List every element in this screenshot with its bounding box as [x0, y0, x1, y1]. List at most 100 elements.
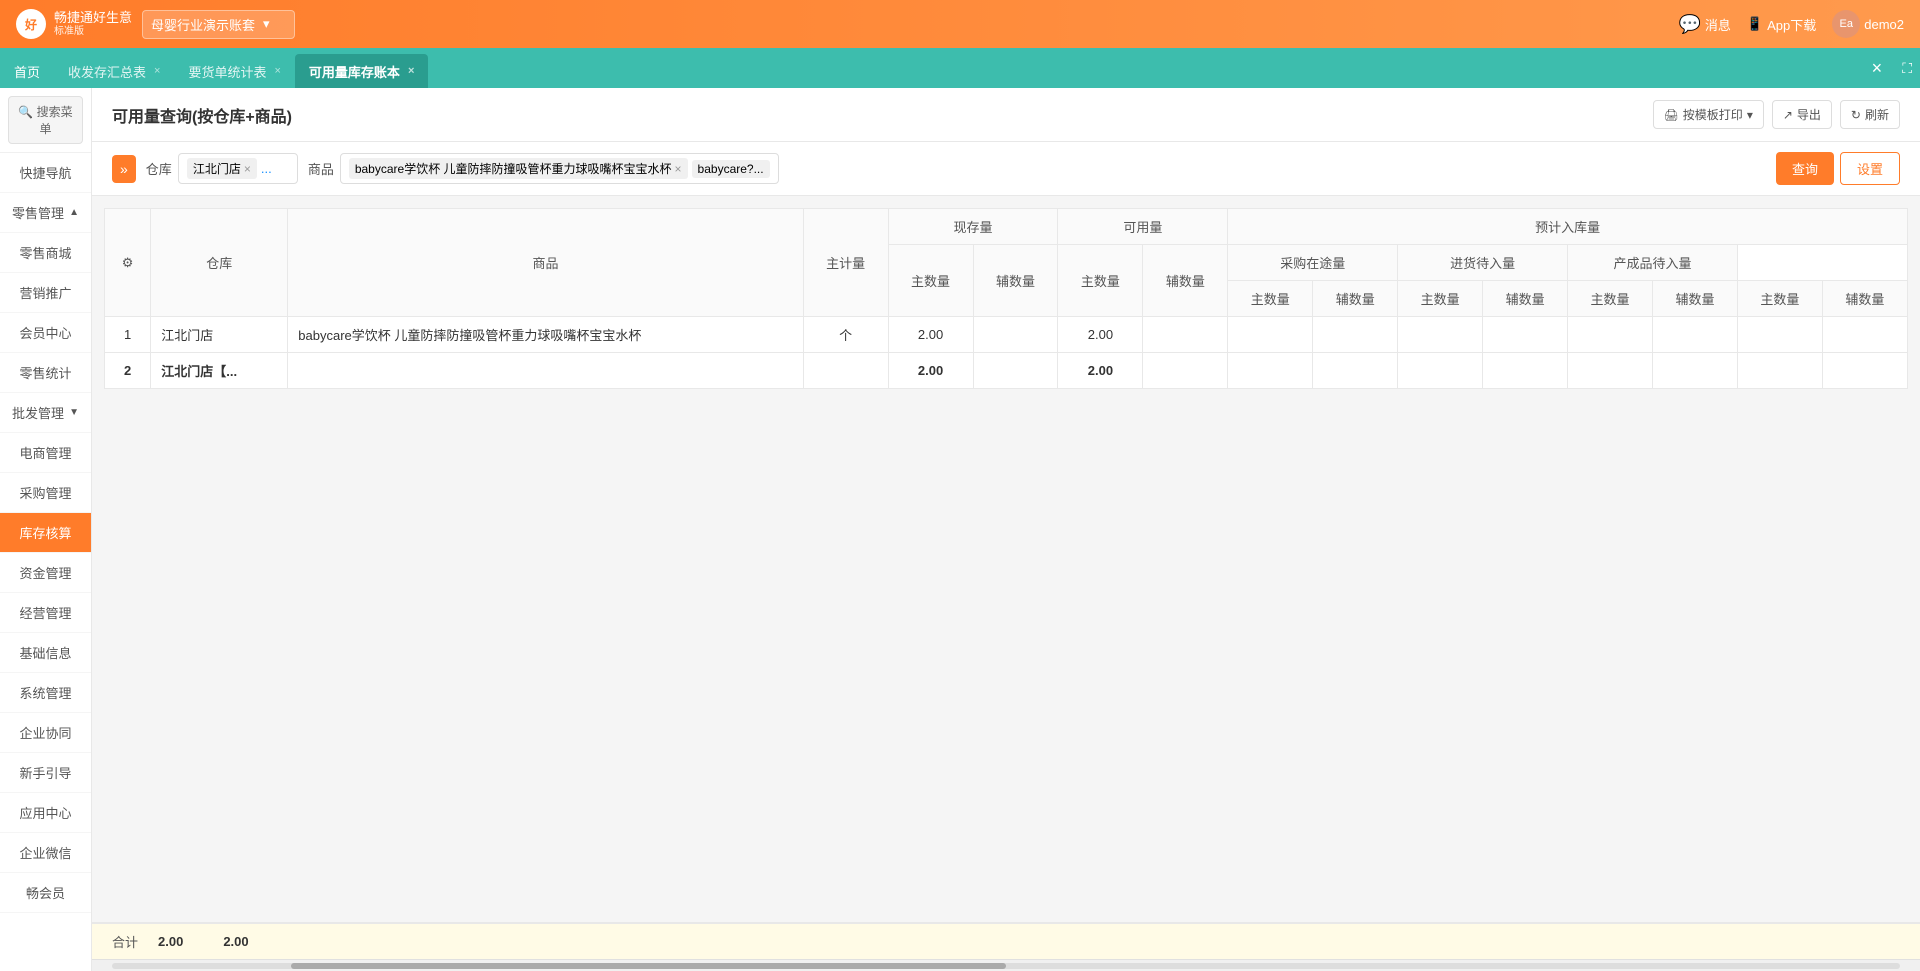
sidebar-item-quick-nav[interactable]: 快捷导航: [0, 153, 91, 193]
sidebar-item-purchase[interactable]: 采购管理: [0, 473, 91, 513]
query-btn[interactable]: 查询: [1776, 152, 1834, 185]
message-action[interactable]: 💬 消息: [1678, 14, 1730, 35]
content-area: 可用量查询(按仓库+商品) 🖨 按模板打印 ▾ ↗ 导出 ↻ 刷新: [92, 88, 1920, 971]
template-print-btn[interactable]: 🖨 按模板打印 ▾: [1653, 100, 1764, 129]
logo-text: 畅捷通好生意 标准版: [54, 10, 132, 38]
row2-num: 2: [105, 353, 151, 389]
page-header: 可用量查询(按仓库+商品) 🖨 按模板打印 ▾ ↗ 导出 ↻ 刷新: [92, 88, 1920, 142]
export-icon: ↗: [1783, 108, 1793, 122]
tab-close-order-stats[interactable]: ×: [274, 65, 280, 77]
tab-receivepay[interactable]: 收发存汇总表 ×: [54, 54, 174, 88]
sidebar-item-member[interactable]: 会员中心: [0, 313, 91, 353]
logo-area: 好 畅捷通好生意 标准版: [16, 9, 132, 39]
sidebar-item-wholesale-mgmt[interactable]: 批发管理 ▼: [0, 393, 91, 433]
warehouse-filter-group: 仓库 江北门店 × ...: [146, 153, 298, 184]
export-btn[interactable]: ↗ 导出: [1772, 100, 1832, 129]
logo-icon: 好: [16, 9, 46, 39]
settings-icon: ⚙: [122, 255, 134, 270]
row1-product: babycare学饮杯 儿童防摔防撞吸管杯重力球吸嘴杯宝宝水杯: [288, 317, 803, 353]
product-tag-1-remove[interactable]: ×: [675, 162, 682, 176]
tab-close-receivepay[interactable]: ×: [154, 65, 160, 77]
warehouse-tag: 江北门店 ×: [187, 158, 257, 179]
th-available-aux-qty: 辅数量: [1143, 245, 1228, 317]
sidebar-item-enterprise-collab[interactable]: 企业协同: [0, 713, 91, 753]
scroll-thumb[interactable]: [291, 963, 1006, 969]
page-title: 可用量查询(按仓库+商品): [112, 103, 292, 127]
th-incoming-pending: 进货待入量: [1398, 245, 1568, 281]
tab-close-available-stock[interactable]: ×: [408, 65, 414, 77]
filter-actions: 查询 设置: [1776, 152, 1900, 185]
inventory-table: ⚙ 仓库 商品 主计量 现存量 可用量 预计入库量 主数量 辅数量 主数量 辅数…: [104, 208, 1908, 389]
row1-num: 1: [105, 317, 151, 353]
row1-extra-main: [1737, 317, 1822, 353]
th-production-main: 主数量: [1568, 281, 1653, 317]
table-row: 2 江北门店【... 2.00 2.00: [105, 353, 1908, 389]
mobile-icon: 📱: [1747, 16, 1763, 32]
sidebar-item-retail-store[interactable]: 零售商城: [0, 233, 91, 273]
nav-tabs: 首页 收发存汇总表 × 要货单统计表 × 可用量库存账本 × × ⛶: [0, 48, 1920, 88]
app-download-action[interactable]: 📱 App下载: [1747, 15, 1816, 34]
th-available-main-qty: 主数量: [1058, 245, 1143, 317]
search-menu-btn[interactable]: 🔍 搜索菜单: [8, 96, 83, 144]
th-extra-main: 主数量: [1737, 281, 1822, 317]
sidebar-item-retail-mgmt[interactable]: 零售管理 ▲: [0, 193, 91, 233]
sidebar-item-retail-stats[interactable]: 零售统计: [0, 353, 91, 393]
row2-available-main: 2.00: [1058, 353, 1143, 389]
row1-purchase-main: [1228, 317, 1313, 353]
expand-tabs[interactable]: ⛶: [1894, 48, 1920, 88]
close-all-tabs[interactable]: ×: [1860, 48, 1895, 88]
sidebar-item-marketing[interactable]: 营销推广: [0, 273, 91, 313]
sidebar-item-system[interactable]: 系统管理: [0, 673, 91, 713]
tab-home[interactable]: 首页: [0, 54, 54, 88]
user-profile[interactable]: Ea demo2: [1832, 10, 1904, 38]
row2-incoming-aux: [1483, 353, 1568, 389]
top-bar: 好 畅捷通好生意 标准版 母婴行业演示账套 💬 消息 📱 App下载 Ea de…: [0, 0, 1920, 48]
filter-expand-btn[interactable]: »: [112, 155, 136, 183]
sidebar-search-area: 🔍 搜索菜单: [0, 88, 91, 153]
sidebar-item-app-center[interactable]: 应用中心: [0, 793, 91, 833]
warehouse-filter-more[interactable]: ...: [261, 161, 272, 176]
tab-order-stats[interactable]: 要货单统计表 ×: [174, 54, 294, 88]
sidebar-item-inventory[interactable]: 库存核算: [0, 513, 91, 553]
sidebar-item-enterprise-wechat[interactable]: 企业微信: [0, 833, 91, 873]
settings-btn[interactable]: 设置: [1840, 152, 1900, 185]
sidebar-item-member2[interactable]: 畅会员: [0, 873, 91, 913]
th-current-main-qty: 主数量: [888, 245, 973, 317]
sidebar-item-ecommerce[interactable]: 电商管理: [0, 433, 91, 473]
row2-purchase-main: [1228, 353, 1313, 389]
product-tag-2: babycare?...: [692, 160, 770, 178]
th-current-aux-qty: 辅数量: [973, 245, 1058, 317]
row1-warehouse: 江北门店: [151, 317, 288, 353]
tenant-selector[interactable]: 母婴行业演示账套: [142, 10, 295, 39]
horizontal-scrollbar[interactable]: [92, 959, 1920, 971]
sidebar-item-basic-info[interactable]: 基础信息: [0, 633, 91, 673]
row2-unit: [803, 353, 888, 389]
row1-production-aux: [1653, 317, 1738, 353]
table-container: ⚙ 仓库 商品 主计量 现存量 可用量 预计入库量 主数量 辅数量 主数量 辅数…: [92, 196, 1920, 922]
row1-available-aux: [1143, 317, 1228, 353]
refresh-btn[interactable]: ↻ 刷新: [1840, 100, 1900, 129]
row1-incoming-main: [1398, 317, 1483, 353]
row2-current-main: 2.00: [888, 353, 973, 389]
avatar: Ea: [1832, 10, 1860, 38]
warehouse-filter-input[interactable]: 江北门店 × ...: [178, 153, 298, 184]
sidebar-item-finance[interactable]: 资金管理: [0, 553, 91, 593]
sidebar-item-operations[interactable]: 经营管理: [0, 593, 91, 633]
scroll-track: [112, 963, 1900, 969]
th-production-pending: 产成品待入量: [1568, 245, 1738, 281]
table-row: 1 江北门店 babycare学饮杯 儿童防摔防撞吸管杯重力球吸嘴杯宝宝水杯 个…: [105, 317, 1908, 353]
row1-incoming-aux: [1483, 317, 1568, 353]
search-icon: 🔍: [18, 105, 33, 119]
summary-current-value: 2.00: [158, 934, 183, 949]
th-settings[interactable]: ⚙: [105, 209, 151, 317]
warehouse-tag-remove[interactable]: ×: [244, 162, 251, 176]
sidebar-item-new-guide[interactable]: 新手引导: [0, 753, 91, 793]
summary-available-value: 2.00: [223, 934, 248, 949]
row1-production-main: [1568, 317, 1653, 353]
product-filter-input[interactable]: babycare学饮杯 儿童防摔防撞吸管杯重力球吸嘴杯宝宝水杯 × babyca…: [340, 153, 779, 184]
tab-available-stock[interactable]: 可用量库存账本 ×: [295, 54, 428, 88]
th-purchase-transit-aux: 辅数量: [1313, 281, 1398, 317]
row1-unit: 个: [803, 317, 888, 353]
message-icon: 💬: [1678, 14, 1700, 35]
chevron-up-icon: ▲: [69, 207, 79, 218]
